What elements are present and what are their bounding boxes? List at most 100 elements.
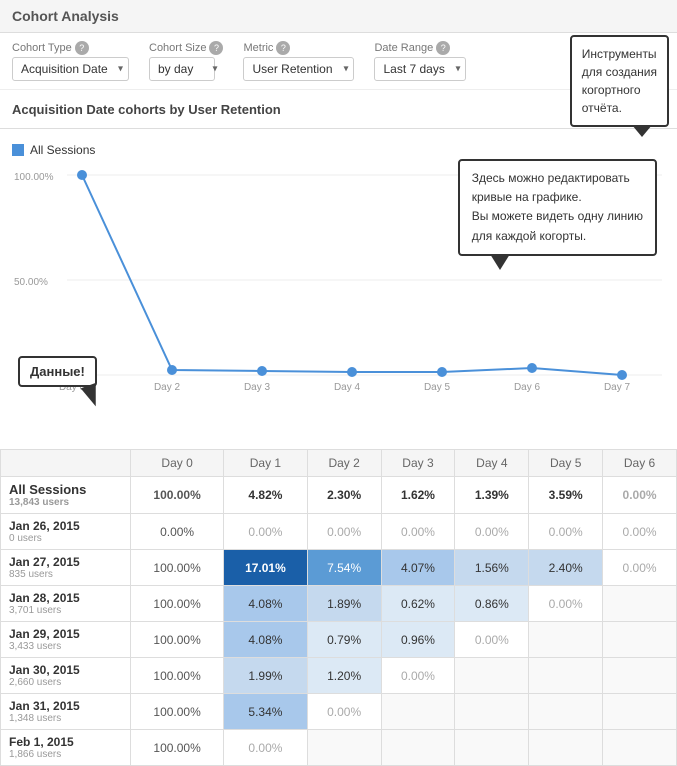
table-cell: 0.86% <box>455 586 529 622</box>
table-cell <box>603 694 677 730</box>
table-header-row: Day 0 Day 1 Day 2 Day 3 Day 4 Day 5 Day … <box>1 450 677 477</box>
table-cell <box>603 658 677 694</box>
col-header-day2: Day 2 <box>307 450 381 477</box>
table-cell: 2.40% <box>529 550 603 586</box>
table-cell: 0.00% <box>603 477 677 514</box>
table-row: Jan 31, 20151,348 users100.00%5.34%0.00% <box>1 694 677 730</box>
table-cell: 4.08% <box>224 622 308 658</box>
data-annotation-text: Данные! <box>30 364 85 379</box>
table-cell: 1.62% <box>381 477 455 514</box>
table-cell: 0.00% <box>224 730 308 766</box>
table-cell <box>529 658 603 694</box>
chart-area: All Sessions Здесь можно редактироватькр… <box>0 129 677 449</box>
table-cell: 1.99% <box>224 658 308 694</box>
table-cell: 0.79% <box>307 622 381 658</box>
table-cell: 1.39% <box>455 477 529 514</box>
svg-text:Day 6: Day 6 <box>514 382 541 393</box>
legend-dot <box>12 144 24 156</box>
cohort-size-select[interactable]: by day <box>149 57 215 81</box>
cohort-size-group: Cohort Size ? by day <box>149 41 223 81</box>
table-cell: 3.59% <box>529 477 603 514</box>
table-cell <box>603 730 677 766</box>
table-cell: 0.00% <box>455 622 529 658</box>
table-cell: 5.34% <box>224 694 308 730</box>
table-cell: 4.08% <box>224 586 308 622</box>
controls-row: Cohort Type ? Acquisition Date Cohort Si… <box>0 33 677 90</box>
table-cell <box>307 730 381 766</box>
table-cell: 1.20% <box>307 658 381 694</box>
page-title: Cohort Analysis <box>12 8 119 24</box>
table-cell <box>603 586 677 622</box>
col-header-day5: Day 5 <box>529 450 603 477</box>
chart-tooltip-arrow <box>490 254 510 270</box>
table-cell: 0.00% <box>381 514 455 550</box>
cohort-type-help-icon: ? <box>75 41 89 55</box>
table-cell: 100.00% <box>131 622 224 658</box>
chart-title: Acquisition Date cohorts by User Retenti… <box>12 102 566 117</box>
svg-text:Day 2: Day 2 <box>154 382 181 393</box>
table-cell: 0.00% <box>455 514 529 550</box>
tooltip-controls-text: Инструментыдля созданиякогортногоотчёта. <box>582 47 657 115</box>
date-range-select[interactable]: Last 7 days <box>374 57 466 81</box>
header-bar: Cohort Analysis <box>0 0 677 33</box>
row-label-cell: Jan 27, 2015835 users <box>1 550 131 586</box>
metric-group: Metric ? User Retention <box>243 41 354 81</box>
cohort-size-help-icon: ? <box>209 41 223 55</box>
legend-label: All Sessions <box>30 143 95 157</box>
table-cell: 100.00% <box>131 730 224 766</box>
table-cell: 0.00% <box>603 550 677 586</box>
table-cell: 0.00% <box>307 694 381 730</box>
table-cell <box>455 694 529 730</box>
table-cell: 2.30% <box>307 477 381 514</box>
table-row: Jan 26, 20150 users0.00%0.00%0.00%0.00%0… <box>1 514 677 550</box>
col-header-day4: Day 4 <box>455 450 529 477</box>
table-cell: 0.00% <box>131 514 224 550</box>
table-cell <box>381 730 455 766</box>
col-header-day6: Day 6 <box>603 450 677 477</box>
svg-text:Day 3: Day 3 <box>244 382 271 393</box>
data-table-container: Day 0 Day 1 Day 2 Day 3 Day 4 Day 5 Day … <box>0 449 677 766</box>
table-cell: 4.82% <box>224 477 308 514</box>
table-cell: 0.00% <box>381 658 455 694</box>
col-header-day1: Day 1 <box>224 450 308 477</box>
table-cell: 0.00% <box>603 514 677 550</box>
table-cell: 0.62% <box>381 586 455 622</box>
table-row: All Sessions13,843 users100.00%4.82%2.30… <box>1 477 677 514</box>
row-label-cell: Jan 29, 20153,433 users <box>1 622 131 658</box>
row-label-cell: Jan 30, 20152,660 users <box>1 658 131 694</box>
cohort-type-select[interactable]: Acquisition Date <box>12 57 129 81</box>
date-range-help-icon: ? <box>436 41 450 55</box>
table-row: Jan 29, 20153,433 users100.00%4.08%0.79%… <box>1 622 677 658</box>
cohort-table: Day 0 Day 1 Day 2 Day 3 Day 4 Day 5 Day … <box>0 449 677 766</box>
metric-label: Metric <box>243 42 273 54</box>
chart-tooltip-box: Здесь можно редактироватькривые на графи… <box>458 159 657 256</box>
tooltip-controls-arrow <box>632 125 652 137</box>
table-cell: 1.89% <box>307 586 381 622</box>
svg-text:Day 5: Day 5 <box>424 382 451 393</box>
date-range-group: Date Range ? Last 7 days <box>374 41 466 81</box>
table-cell <box>455 658 529 694</box>
cohort-type-label: Cohort Type <box>12 42 72 54</box>
metric-select[interactable]: User Retention <box>243 57 354 81</box>
table-cell: 0.00% <box>529 514 603 550</box>
table-cell: 0.00% <box>529 586 603 622</box>
row-label-cell: Jan 31, 20151,348 users <box>1 694 131 730</box>
table-cell: 100.00% <box>131 658 224 694</box>
tooltip-controls-box: Инструментыдля созданиякогортногоотчёта. <box>570 35 669 127</box>
table-row: Jan 27, 2015835 users100.00%17.01%7.54%4… <box>1 550 677 586</box>
table-cell: 100.00% <box>131 586 224 622</box>
row-label-cell: Jan 26, 20150 users <box>1 514 131 550</box>
table-row: Jan 30, 20152,660 users100.00%1.99%1.20%… <box>1 658 677 694</box>
date-range-label: Date Range <box>374 42 433 54</box>
table-cell: 7.54% <box>307 550 381 586</box>
table-cell <box>529 730 603 766</box>
legend-row: All Sessions <box>12 139 665 161</box>
svg-text:100.00%: 100.00% <box>14 172 54 183</box>
table-cell <box>381 694 455 730</box>
col-header-day0: Day 0 <box>131 450 224 477</box>
table-cell <box>603 622 677 658</box>
table-cell: 100.00% <box>131 550 224 586</box>
table-row: Feb 1, 20151,866 users100.00%0.00% <box>1 730 677 766</box>
cohort-type-group: Cohort Type ? Acquisition Date <box>12 41 129 81</box>
row-label-cell: All Sessions13,843 users <box>1 477 131 514</box>
